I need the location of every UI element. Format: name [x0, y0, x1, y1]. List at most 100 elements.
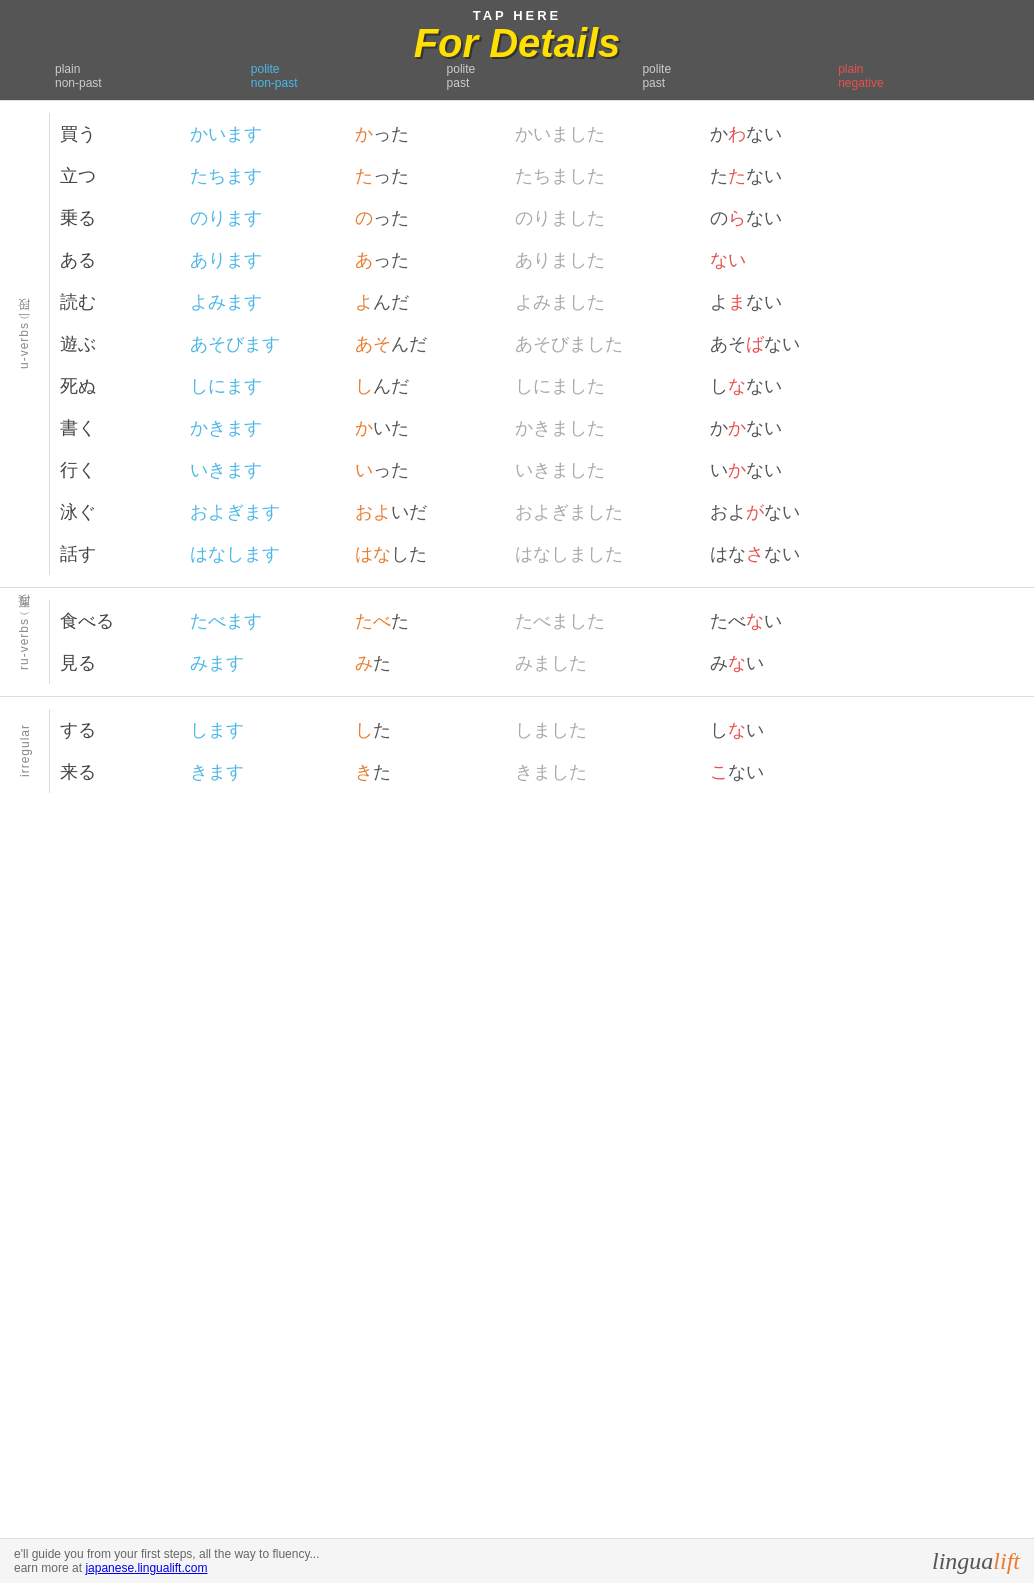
plain-past-form: たった [355, 164, 515, 188]
col-header-plain: plain non-past [55, 62, 251, 90]
polite-form: しにます [190, 374, 355, 398]
col-pp-label-bottom: past [447, 76, 643, 90]
table-row: 見る みます みた みました みない [50, 642, 1034, 684]
plain-neg-form: こない [710, 760, 850, 784]
polite-past-form: はなしました [515, 542, 710, 566]
polite-past-form: いきました [515, 458, 710, 482]
section-ru-verbs: ru-verbs（五段） 食べる たべます たべた たべました たべない 見る … [0, 587, 1034, 696]
ru-verbs-rows: 食べる たべます たべた たべました たべない 見る みます みた みました み… [50, 600, 1034, 684]
table-row: 乗る のります のった のりました のらない [50, 197, 1034, 239]
col-plain-label-bottom: non-past [55, 76, 251, 90]
polite-past-form: しにました [515, 374, 710, 398]
polite-form: はなします [190, 542, 355, 566]
footer-link[interactable]: japanese.lingualift.com [85, 1561, 207, 1575]
table-row: 食べる たべます たべた たべました たべない [50, 600, 1034, 642]
polite-past-form: きました [515, 760, 710, 784]
col-polite-label-bottom: non-past [251, 76, 447, 90]
plain-past-form: しんだ [355, 374, 515, 398]
table-row: 死ぬ しにます しんだ しにました しなない [50, 365, 1034, 407]
plain-past-form: きた [355, 760, 515, 784]
plain-form: 死ぬ [60, 374, 190, 398]
u-verbs-rows: 買う かいます かった かいました かわない 立つ たちます たった たちました… [50, 113, 1034, 575]
plain-form: 食べる [60, 609, 190, 633]
plain-form: ある [60, 248, 190, 272]
plain-neg-form: みない [710, 651, 850, 675]
polite-past-form: のりました [515, 206, 710, 230]
plain-neg-form: かかない [710, 416, 850, 440]
table-row: 来る きます きた きました こない [50, 751, 1034, 793]
plain-form: 書く [60, 416, 190, 440]
polite-form: よみます [190, 290, 355, 314]
table-row: 書く かきます かいた かきました かかない [50, 407, 1034, 449]
plain-form: 見る [60, 651, 190, 675]
plain-past-form: のった [355, 206, 515, 230]
col-header-polite: polite non-past [251, 62, 447, 90]
plain-neg-form: いかない [710, 458, 850, 482]
plain-form: 乗る [60, 206, 190, 230]
plain-past-form: かった [355, 122, 515, 146]
plain-form: 読む [60, 290, 190, 314]
polite-form: いきます [190, 458, 355, 482]
plain-past-form: たべた [355, 609, 515, 633]
plain-past-form: およいだ [355, 500, 515, 524]
footer-line2: earn more at japanese.lingualift.com [14, 1561, 320, 1575]
plain-neg-form: たたない [710, 164, 850, 188]
plain-form: 買う [60, 122, 190, 146]
header: plain non-past polite non-past polite pa… [0, 0, 1034, 100]
table-row: 話す はなします はなした はなしました はなさない [50, 533, 1034, 575]
plain-form: 話す [60, 542, 190, 566]
polite-form: たちます [190, 164, 355, 188]
plain-neg-form: かわない [710, 122, 850, 146]
polite-past-form: しました [515, 718, 710, 742]
plain-neg-form: しなない [710, 374, 850, 398]
plain-neg-form: しない [710, 718, 850, 742]
section-ru-verbs-label: ru-verbs（五段） [16, 614, 33, 670]
plain-past-form: はなした [355, 542, 515, 566]
polite-past-form: たちました [515, 164, 710, 188]
plain-form: 遊ぶ [60, 332, 190, 356]
polite-form: みます [190, 651, 355, 675]
col-polite-past-label-top: polite [642, 62, 838, 76]
footer-line1: e'll guide you from your first steps, al… [14, 1547, 320, 1561]
table-row: ある あります あった ありました ない [50, 239, 1034, 281]
plain-past-form: あそんだ [355, 332, 515, 356]
plain-neg-form: およがない [710, 500, 850, 524]
polite-form: します [190, 718, 355, 742]
col-header-polite-past: polite past [642, 62, 838, 90]
polite-past-form: たべました [515, 609, 710, 633]
plain-form: 行く [60, 458, 190, 482]
table-row: 遊ぶ あそびます あそんだ あそびました あそばない [50, 323, 1034, 365]
polite-past-form: およぎました [515, 500, 710, 524]
section-ru-verbs-label-wrap: ru-verbs（五段） [0, 600, 50, 684]
col-neg-label-top: plain [838, 62, 1034, 76]
section-irregular: irregular する します した しました しない 来る きます きた き… [0, 696, 1034, 805]
plain-past-form: よんだ [355, 290, 515, 314]
polite-past-form: よみました [515, 290, 710, 314]
table-row: 立つ たちます たった たちました たたない [50, 155, 1034, 197]
polite-past-form: かきました [515, 416, 710, 440]
plain-form: する [60, 718, 190, 742]
plain-past-form: いった [355, 458, 515, 482]
table-row: する します した しました しない [50, 709, 1034, 751]
plain-past-form: かいた [355, 416, 515, 440]
polite-past-form: ありました [515, 248, 710, 272]
table-row: 買う かいます かった かいました かわない [50, 113, 1034, 155]
polite-past-form: みました [515, 651, 710, 675]
polite-past-form: あそびました [515, 332, 710, 356]
plain-neg-form: あそばない [710, 332, 850, 356]
polite-form: たべます [190, 609, 355, 633]
table-row: 行く いきます いった いきました いかない [50, 449, 1034, 491]
plain-past-form: みた [355, 651, 515, 675]
col-polite-label-top: polite [251, 62, 447, 76]
plain-form: 泳ぐ [60, 500, 190, 524]
footer: e'll guide you from your first steps, al… [0, 1538, 1034, 1583]
plain-neg-form: のらない [710, 206, 850, 230]
section-irregular-label-wrap: irregular [0, 709, 50, 793]
col-header-plain-neg: plain negative [838, 62, 1034, 90]
polite-form: あります [190, 248, 355, 272]
section-u-verbs: u-verbs（一段） 買う かいます かった かいました かわない 立つ たち… [0, 100, 1034, 587]
col-polite-past-label-bottom: past [642, 76, 838, 90]
col-plain-label-top: plain [55, 62, 251, 76]
polite-form: かきます [190, 416, 355, 440]
polite-form: きます [190, 760, 355, 784]
